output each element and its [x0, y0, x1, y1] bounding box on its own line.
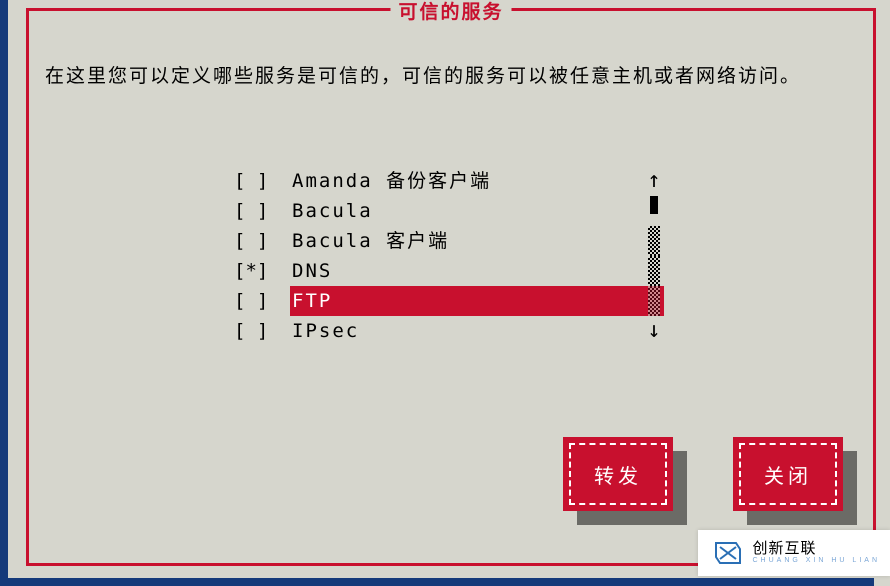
watermark-text-cn: 创新互联: [752, 541, 880, 558]
service-item-bacula-client[interactable]: [ ] Bacula 客户端: [234, 226, 664, 256]
checkbox[interactable]: [ ]: [234, 196, 290, 226]
watermark-logo-icon: [712, 537, 744, 569]
watermark-text-en: CHUANG XIN HU LIAN: [752, 557, 880, 565]
service-item-dns[interactable]: [*] DNS: [234, 256, 664, 286]
scrollbar[interactable]: ↑ ↓: [647, 166, 661, 346]
service-label: Bacula: [290, 196, 664, 226]
window-frame: 可信的服务 在这里您可以定义哪些服务是可信的，可信的服务可以被任意主机或者网络访…: [0, 0, 874, 586]
scroll-up-icon[interactable]: ↑: [647, 166, 661, 196]
service-label: DNS: [290, 256, 664, 286]
trusted-services-dialog: 可信的服务 在这里您可以定义哪些服务是可信的，可信的服务可以被任意主机或者网络访…: [26, 8, 876, 566]
scroll-track[interactable]: [648, 286, 660, 316]
scroll-track[interactable]: [648, 256, 660, 286]
dialog-description: 在这里您可以定义哪些服务是可信的，可信的服务可以被任意主机或者网络访问。: [45, 61, 857, 91]
scroll-track[interactable]: [648, 226, 660, 256]
service-list: [ ] Amanda 备份客户端 [ ] Bacula [ ] Bacula 客…: [234, 166, 664, 346]
checkbox[interactable]: [ ]: [234, 226, 290, 256]
forward-button[interactable]: 转发: [563, 437, 673, 511]
checkbox[interactable]: [ ]: [234, 286, 290, 316]
dialog-title: 可信的服务: [390, 0, 511, 24]
service-item-ftp[interactable]: [ ] FTP: [234, 286, 664, 316]
service-label: Amanda 备份客户端: [290, 166, 664, 196]
scroll-thumb[interactable]: [650, 196, 658, 214]
button-label: 关闭: [764, 460, 812, 489]
checkbox[interactable]: [ ]: [234, 316, 290, 346]
checkbox[interactable]: [ ]: [234, 166, 290, 196]
checkbox[interactable]: [*]: [234, 256, 290, 286]
service-label: Bacula 客户端: [290, 226, 664, 256]
service-item-bacula[interactable]: [ ] Bacula: [234, 196, 664, 226]
service-label: FTP: [290, 286, 664, 316]
button-label: 转发: [594, 460, 642, 489]
service-item-amanda[interactable]: [ ] Amanda 备份客户端: [234, 166, 664, 196]
service-label: IPsec: [290, 316, 664, 346]
scroll-down-icon[interactable]: ↓: [647, 316, 661, 346]
watermark: 创新互联 CHUANG XIN HU LIAN: [698, 530, 890, 576]
close-button[interactable]: 关闭: [733, 437, 843, 511]
dialog-buttons: 转发 关闭: [563, 437, 843, 511]
service-item-ipsec[interactable]: [ ] IPsec: [234, 316, 664, 346]
